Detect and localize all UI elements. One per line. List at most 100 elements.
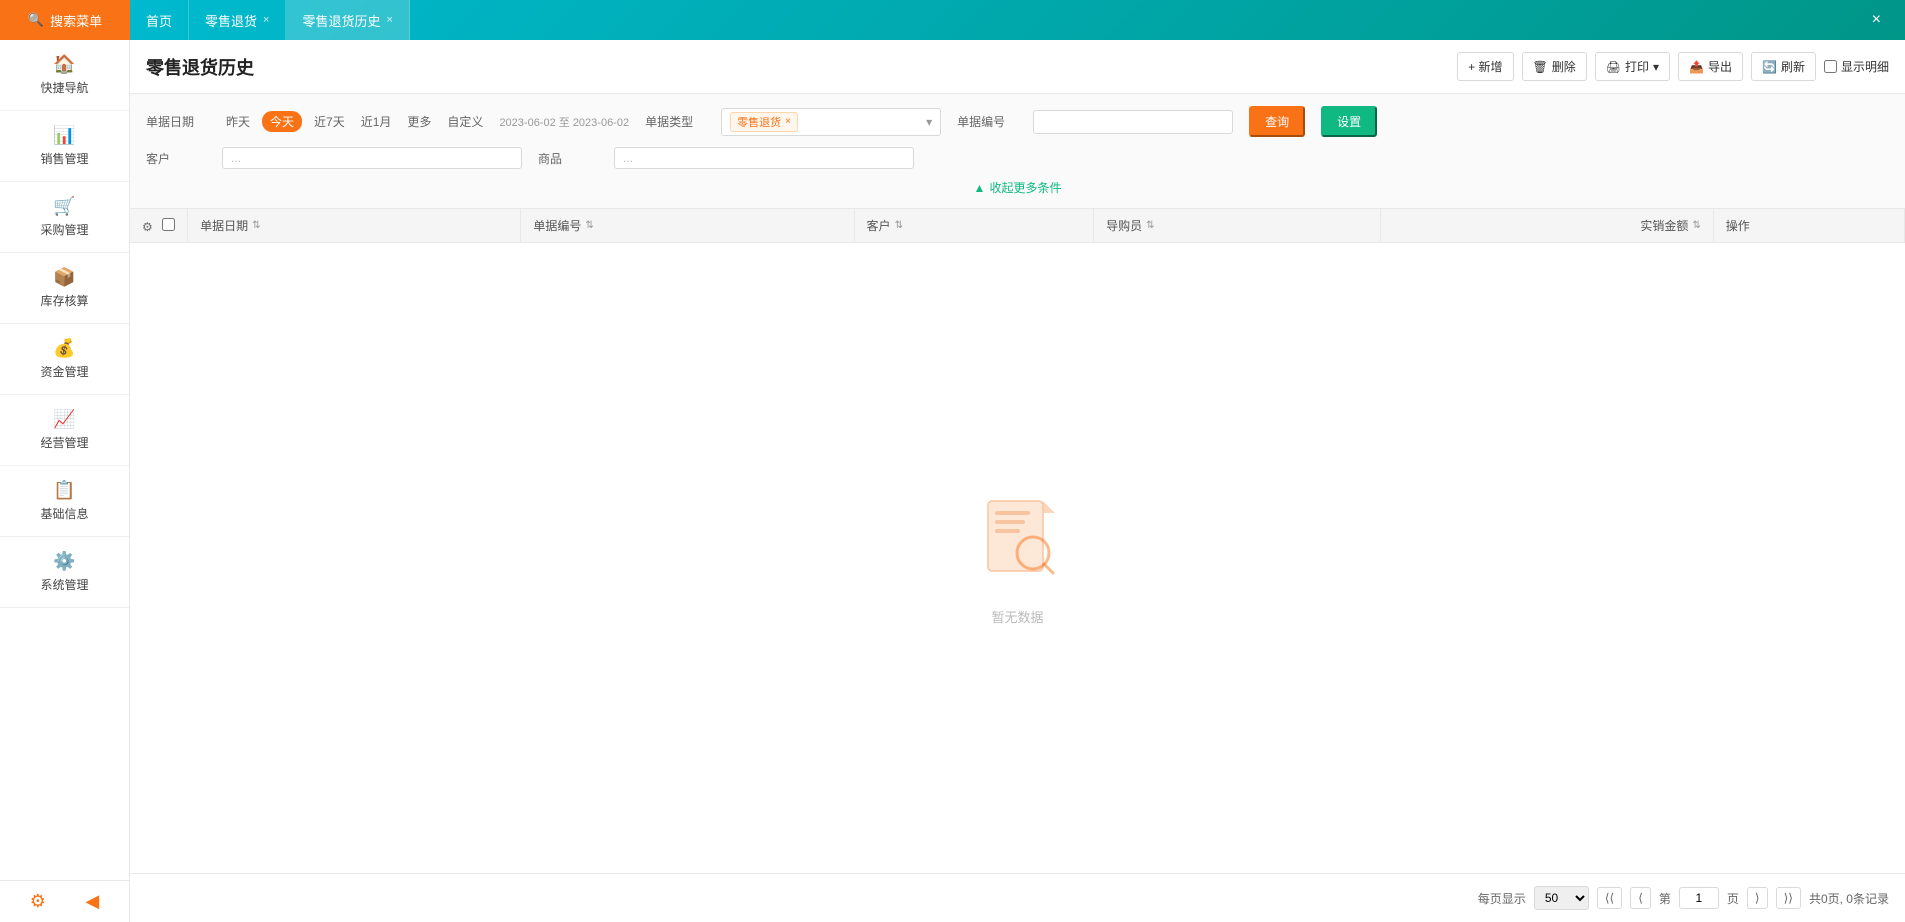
top-bar: 🔍 搜索菜单 首页 零售退货 × 零售退货历史 × ×: [0, 0, 1905, 40]
table-wrapper: ⚙ 单据日期 ⇅ 单据编号 ⇅: [130, 209, 1905, 873]
refresh-button[interactable]: 🔄 刷新: [1751, 52, 1816, 81]
doc-type-label: 单据类型: [645, 113, 705, 130]
sidebar-item-base-info-label: 基础信息: [40, 505, 88, 522]
date-option-7days[interactable]: 近7天: [310, 111, 349, 132]
first-page-button[interactable]: ⟨⟨: [1597, 887, 1622, 909]
tab-home-label: 首页: [146, 11, 172, 30]
th-amount[interactable]: 实销金额 ⇅: [1380, 209, 1713, 243]
sidebar-item-quick-nav-label: 快捷导航: [40, 79, 88, 96]
sidebar-item-purchase-label: 采购管理: [40, 221, 88, 238]
goods-select[interactable]: ...: [614, 147, 914, 169]
sidebar-item-inventory[interactable]: 📦 库存核算: [0, 253, 129, 324]
page-title: 零售退货历史: [146, 54, 254, 80]
setting-button[interactable]: 设置: [1321, 106, 1377, 137]
page-input[interactable]: [1679, 887, 1719, 909]
header-actions: + 新增 🗑 删除 🖨 打印 ▾ 📤 导出 🔄 刷新: [1457, 52, 1889, 81]
collapse-button[interactable]: ▲ 收起更多条件: [146, 179, 1889, 196]
doc-type-tag: 零售退货 ×: [730, 112, 798, 132]
th-doc-number-label: 单据编号: [533, 217, 581, 234]
sort-doc-date-icon: ⇅: [252, 220, 260, 231]
pagination-total: 共0页, 0条记录: [1809, 890, 1889, 907]
date-option-more[interactable]: 更多: [403, 111, 435, 132]
table-gear-icon[interactable]: ⚙: [142, 220, 153, 234]
sidebar-item-quick-nav[interactable]: 🏠 快捷导航: [0, 40, 129, 111]
last-page-button[interactable]: ⟩⟩: [1776, 887, 1801, 909]
per-page-label: 每页显示: [1478, 890, 1526, 907]
add-button[interactable]: + 新增: [1457, 52, 1513, 81]
sidebar-menu: 🏠 快捷导航 📊 销售管理 🛒 采购管理 📦 库存核算 💰 资金管理 📈: [0, 40, 129, 880]
table-header-row: ⚙ 单据日期 ⇅ 单据编号 ⇅: [130, 209, 1905, 243]
doc-number-input[interactable]: [1033, 110, 1233, 134]
sidebar-item-system-label: 系统管理: [40, 576, 88, 593]
print-button[interactable]: 🖨 打印 ▾: [1595, 52, 1670, 81]
base-info-icon: 📋: [53, 480, 75, 501]
th-guide[interactable]: 导购员 ⇅: [1094, 209, 1380, 243]
search-icon: 🔍: [28, 12, 44, 28]
doc-type-tag-close[interactable]: ×: [785, 116, 791, 127]
sales-icon: 📊: [53, 125, 75, 146]
th-guide-label: 导购员: [1106, 217, 1142, 234]
show-detail-checkbox-label[interactable]: 显示明细: [1824, 58, 1889, 75]
search-menu-bar[interactable]: 🔍 搜索菜单: [0, 0, 130, 40]
tab-home[interactable]: 首页: [130, 0, 189, 40]
date-options: 昨天 今天 近7天 近1月 更多 自定义 2023-06-02 至 2023-0…: [222, 111, 629, 132]
print-label: 打印: [1625, 58, 1649, 75]
delete-button[interactable]: 🗑 删除: [1522, 52, 1587, 81]
th-doc-number[interactable]: 单据编号 ⇅: [521, 209, 854, 243]
tab-retail-return-history-close[interactable]: ×: [386, 14, 392, 26]
prev-page-button[interactable]: ⟨: [1630, 887, 1651, 909]
next-page-button[interactable]: ⟩: [1747, 887, 1768, 909]
export-label: 导出: [1708, 58, 1732, 75]
export-button[interactable]: 📤 导出: [1678, 52, 1743, 81]
date-option-yesterday[interactable]: 昨天: [222, 111, 254, 132]
doc-type-select[interactable]: 零售退货 × ▾: [721, 108, 941, 136]
search-menu-label: 搜索菜单: [50, 11, 102, 30]
sidebar-item-operations[interactable]: 📈 经营管理: [0, 395, 129, 466]
date-option-1month[interactable]: 近1月: [357, 111, 396, 132]
date-option-today[interactable]: 今天: [262, 111, 302, 132]
collapse-label: 收起更多条件: [989, 179, 1061, 196]
operations-icon: 📈: [53, 409, 75, 430]
doc-type-chevron-icon: ▾: [926, 115, 932, 129]
customer-select[interactable]: ...: [222, 147, 522, 169]
finance-icon: 💰: [53, 338, 75, 359]
sidebar: 🏠 快捷导航 📊 销售管理 🛒 采购管理 📦 库存核算 💰 资金管理 📈: [0, 40, 130, 922]
date-range-display: 2023-06-02 至 2023-06-02: [499, 114, 629, 130]
purchase-icon: 🛒: [53, 196, 75, 217]
per-page-select[interactable]: 20 50 100: [1534, 886, 1589, 910]
th-actions: 操作: [1713, 209, 1904, 243]
top-bar-right: ×: [1864, 7, 1905, 33]
sidebar-item-base-info[interactable]: 📋 基础信息: [0, 466, 129, 537]
sidebar-item-purchase[interactable]: 🛒 采购管理: [0, 182, 129, 253]
tab-retail-return-close[interactable]: ×: [263, 14, 269, 26]
show-detail-checkbox[interactable]: [1824, 60, 1837, 73]
page-header: 零售退货历史 + 新增 🗑 删除 🖨 打印 ▾ 📤 导出 🔄: [130, 40, 1905, 94]
window-close-button[interactable]: ×: [1864, 7, 1889, 33]
sidebar-item-finance-label: 资金管理: [40, 363, 88, 380]
sidebar-item-system[interactable]: ⚙️ 系统管理: [0, 537, 129, 608]
sidebar-item-sales[interactable]: 📊 销售管理: [0, 111, 129, 182]
tab-retail-return-history[interactable]: 零售退货历史 ×: [286, 0, 409, 40]
refresh-icon: 🔄: [1762, 60, 1777, 74]
sort-guide-icon: ⇅: [1146, 220, 1154, 231]
date-option-custom[interactable]: 自定义: [443, 111, 487, 132]
sidebar-collapse-button[interactable]: ◀: [85, 891, 99, 912]
th-checkbox: ⚙: [130, 209, 188, 243]
empty-illustration: [968, 491, 1068, 591]
tab-retail-return-label: 零售退货: [205, 11, 257, 30]
delete-icon: 🗑: [1533, 60, 1548, 74]
select-all-checkbox[interactable]: [162, 218, 175, 231]
th-doc-date[interactable]: 单据日期 ⇅: [188, 209, 521, 243]
sidebar-item-finance[interactable]: 💰 资金管理: [0, 324, 129, 395]
query-button[interactable]: 查询: [1249, 106, 1305, 137]
tab-retail-return[interactable]: 零售退货 ×: [189, 0, 286, 40]
th-customer[interactable]: 客户 ⇅: [854, 209, 1094, 243]
tab-retail-return-history-label: 零售退货历史: [302, 11, 380, 30]
sidebar-settings-button[interactable]: ⚙: [30, 891, 46, 912]
empty-text: 暂无数据: [991, 607, 1043, 626]
sidebar-item-operations-label: 经营管理: [40, 434, 88, 451]
page-label-after: 页: [1727, 890, 1739, 907]
page-label-before: 第: [1659, 890, 1671, 907]
customer-placeholder: ...: [231, 151, 241, 165]
sort-amount-icon: ⇅: [1692, 220, 1700, 231]
